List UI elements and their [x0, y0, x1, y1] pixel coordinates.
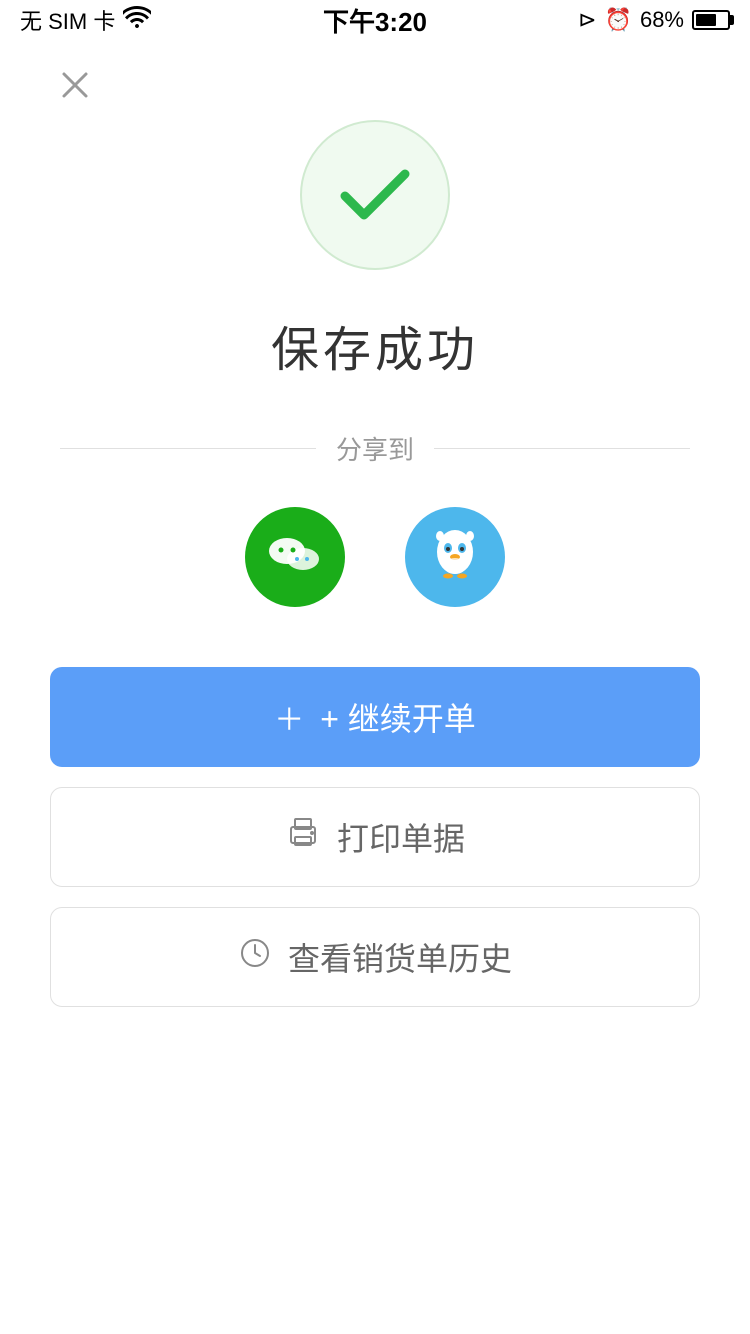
status-bar: 无 SIM 卡 下午3:20 ⊳ ⏰ 68%: [0, 0, 750, 40]
close-button[interactable]: [50, 60, 100, 110]
share-icons-row: [245, 507, 505, 607]
printer-icon: [285, 815, 321, 859]
qq-icon: [426, 526, 484, 588]
status-time: 下午3:20: [323, 2, 427, 39]
divider-left: [60, 448, 316, 449]
share-label: 分享到: [316, 430, 434, 467]
plus-icon: ＋: [274, 695, 304, 739]
actions-section: ＋ + 继续开单 打印单据 查看销货单历: [0, 667, 750, 1007]
status-left: 无 SIM 卡: [20, 4, 151, 36]
qq-share-button[interactable]: [405, 507, 505, 607]
continue-order-label: + 继续开单: [320, 694, 476, 740]
success-title: 保存成功: [271, 310, 479, 380]
battery-icon: [692, 10, 730, 30]
checkmark-icon: [340, 168, 410, 223]
wechat-icon: [265, 531, 325, 583]
divider-right: [434, 448, 690, 449]
battery-percentage: 68%: [640, 7, 684, 33]
alarm-icon: ⏰: [605, 7, 632, 33]
main-content: 保存成功 分享到: [0, 40, 750, 1007]
no-sim-label: 无 SIM 卡: [20, 4, 115, 36]
share-section: 分享到: [0, 430, 750, 607]
success-icon-circle: [300, 120, 450, 270]
wechat-share-button[interactable]: [245, 507, 345, 607]
history-label: 查看销货单历史: [288, 934, 512, 980]
print-label: 打印单据: [337, 814, 465, 860]
view-history-button[interactable]: 查看销货单历史: [50, 907, 700, 1007]
continue-order-button[interactable]: ＋ + 继续开单: [50, 667, 700, 767]
status-right: ⊳ ⏰ 68%: [578, 7, 730, 33]
history-icon: [238, 936, 272, 978]
wifi-icon: [123, 6, 151, 34]
location-icon: ⊳: [578, 7, 596, 33]
share-divider-row: 分享到: [0, 430, 750, 467]
print-button[interactable]: 打印单据: [50, 787, 700, 887]
